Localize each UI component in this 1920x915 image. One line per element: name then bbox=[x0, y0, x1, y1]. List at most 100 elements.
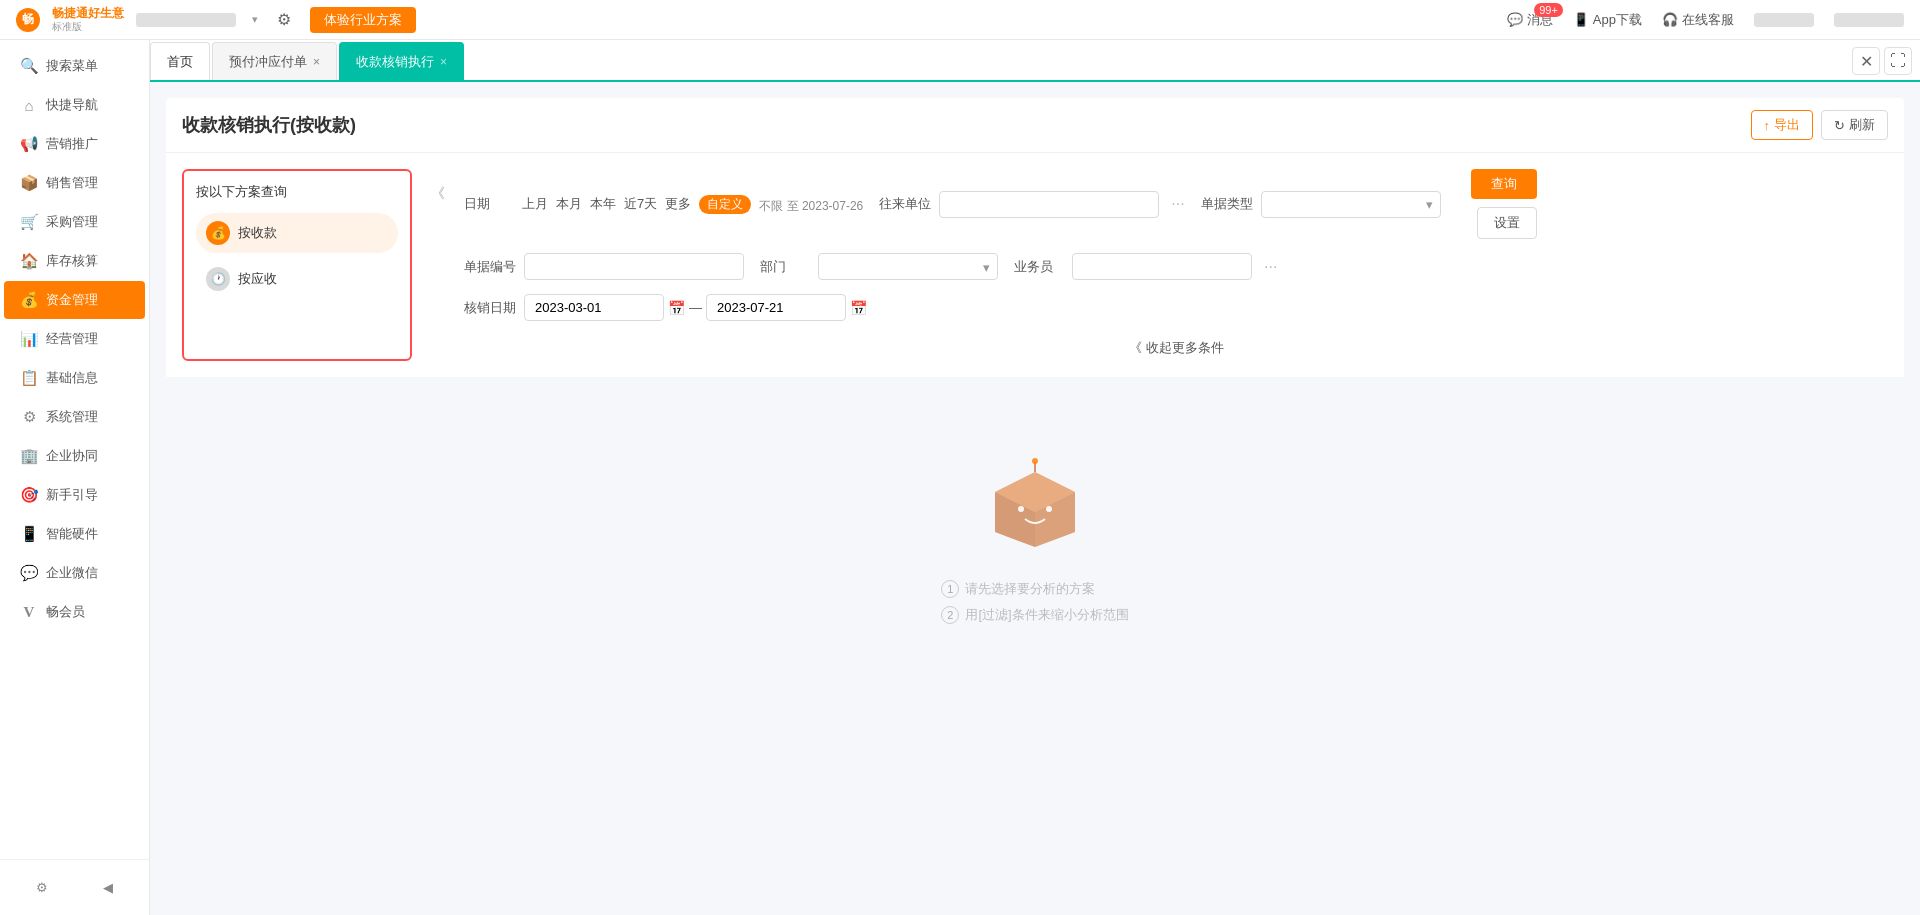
dropdown-chevron-icon[interactable]: ▾ bbox=[252, 13, 258, 26]
sidebar-item-purchase[interactable]: 🛒 采购管理 bbox=[4, 203, 145, 241]
sidebar-item-sales[interactable]: 📦 销售管理 bbox=[4, 164, 145, 202]
operator-more-icon[interactable]: ··· bbox=[1264, 258, 1277, 276]
collapse-more-button[interactable]: 《 收起更多条件 bbox=[1117, 335, 1236, 361]
settings-button[interactable]: 设置 bbox=[1477, 207, 1537, 239]
message-badge: 99+ bbox=[1534, 3, 1563, 17]
writeoff-date-input-group: 📅 — 📅 bbox=[524, 294, 867, 321]
date-shortcut-links: 上月 本月 本年 近7天 更多 自定义 bbox=[522, 195, 751, 214]
refresh-icon: ↻ bbox=[1834, 118, 1845, 133]
empty-illustration bbox=[975, 457, 1095, 560]
sidebar-item-marketing[interactable]: 📢 营销推广 bbox=[4, 125, 145, 163]
page-content: 收款核销执行(按收款) ↑ 导出 ↻ 刷新 按以 bbox=[150, 82, 1920, 915]
date-link-last7days[interactable]: 近7天 bbox=[624, 195, 657, 214]
sidebar-item-basic-info[interactable]: 📋 基础信息 bbox=[4, 359, 145, 397]
tab-home[interactable]: 首页 bbox=[150, 42, 210, 80]
filter-row-2: 单据编号 部门 bbox=[464, 253, 1888, 280]
tip-num-1: 1 bbox=[941, 580, 959, 598]
filter-fields: 日期 上月 本月 本年 近7天 更多 自定义 不限 至 2023-07-26 bbox=[464, 169, 1888, 361]
date-link-more[interactable]: 更多 bbox=[665, 195, 691, 214]
sidebar-label-enterprise: 企业协同 bbox=[46, 447, 98, 465]
settings-icon-btn[interactable]: ⚙ bbox=[270, 6, 298, 34]
calendar-end-icon[interactable]: 📅 bbox=[850, 300, 867, 316]
message-icon: 💬 bbox=[1507, 12, 1523, 27]
home-icon: ⌂ bbox=[20, 97, 38, 114]
online-service-btn[interactable]: 🎧 在线客服 bbox=[1662, 11, 1734, 29]
close-icon: ✕ bbox=[1860, 52, 1873, 71]
sidebar-item-business[interactable]: 📊 经营管理 bbox=[4, 320, 145, 358]
message-btn[interactable]: 💬 消息 99+ bbox=[1507, 11, 1553, 29]
filter-option-receipt-label: 按收款 bbox=[238, 224, 277, 242]
tab-home-label: 首页 bbox=[167, 53, 193, 71]
user-info-blurred bbox=[136, 13, 236, 27]
tab-expand-btn[interactable]: ⛶ bbox=[1884, 47, 1912, 75]
svg-point-5 bbox=[1046, 506, 1052, 512]
bill-no-filter-group: 单据编号 bbox=[464, 253, 744, 280]
date-link-custom[interactable]: 自定义 bbox=[699, 195, 751, 214]
tab-receivables[interactable]: 收款核销执行 × bbox=[339, 42, 464, 80]
sidebar-label-search-menu: 搜索菜单 bbox=[46, 57, 98, 75]
sidebar-item-wechat[interactable]: 💬 企业微信 bbox=[4, 554, 145, 592]
bill-type-filter-group: 单据类型 bbox=[1201, 191, 1441, 218]
query-button[interactable]: 查询 bbox=[1471, 169, 1537, 199]
empty-tip-1: 1 请先选择要分析的方案 bbox=[941, 580, 1128, 598]
collapse-more-row: 《 收起更多条件 bbox=[464, 335, 1888, 361]
filter-option-by-receipt[interactable]: 💰 按收款 bbox=[196, 213, 398, 253]
sidebar-item-enterprise[interactable]: 🏢 企业协同 bbox=[4, 437, 145, 475]
sidebar-item-search-menu[interactable]: 🔍 搜索菜单 bbox=[4, 47, 145, 85]
sidebar-settings-btn[interactable]: ⚙ bbox=[28, 872, 56, 903]
calendar-start-icon[interactable]: 📅 bbox=[668, 300, 685, 316]
collapse-more-icon: 《 bbox=[1129, 339, 1142, 357]
dept-filter-group: 部门 bbox=[760, 253, 998, 280]
sidebar-label-system: 系统管理 bbox=[46, 408, 98, 426]
writeoff-date-start-input[interactable] bbox=[524, 294, 664, 321]
main-layout: 🔍 搜索菜单 ⌂ 快捷导航 📢 营销推广 📦 销售管理 🛒 采购管理 🏠 bbox=[0, 40, 1920, 915]
inventory-icon: 🏠 bbox=[20, 252, 38, 270]
counterparty-more-icon[interactable]: ··· bbox=[1171, 195, 1184, 213]
tab-prepay-close-icon[interactable]: × bbox=[313, 55, 320, 69]
empty-svg-icon bbox=[975, 457, 1095, 557]
collapse-icon: ◀ bbox=[103, 880, 113, 895]
expand-icon: ⛶ bbox=[1890, 52, 1906, 70]
search-icon: 🔍 bbox=[20, 57, 38, 75]
sidebar-item-member[interactable]: V 畅会员 bbox=[4, 593, 145, 631]
sidebar-item-quick-nav[interactable]: ⌂ 快捷导航 bbox=[4, 86, 145, 124]
date-link-this-month[interactable]: 本月 bbox=[556, 195, 582, 214]
sidebar-item-system[interactable]: ⚙ 系统管理 bbox=[4, 398, 145, 436]
bill-type-select[interactable] bbox=[1261, 191, 1441, 218]
dept-select[interactable] bbox=[818, 253, 998, 280]
empty-state: 1 请先选择要分析的方案 2 用[过滤]条件来缩小分析范围 bbox=[166, 377, 1904, 672]
tab-prepay[interactable]: 预付冲应付单 × bbox=[212, 42, 337, 80]
filter-collapse-button[interactable]: 《 bbox=[428, 169, 448, 209]
tab-receivables-close-icon[interactable]: × bbox=[440, 55, 447, 69]
sidebar-item-guide[interactable]: 🎯 新手引导 bbox=[4, 476, 145, 514]
date-unlimited-text: 不限 至 2023-07-26 bbox=[759, 198, 863, 215]
solution-button[interactable]: 体验行业方案 bbox=[310, 7, 416, 33]
date-link-this-year[interactable]: 本年 bbox=[590, 195, 616, 214]
tab-prepay-label: 预付冲应付单 bbox=[229, 53, 307, 71]
sidebar-collapse-btn[interactable]: ◀ bbox=[95, 872, 121, 903]
dept-select-wrapper bbox=[818, 253, 998, 280]
operator-input[interactable] bbox=[1072, 253, 1252, 280]
dept-label: 部门 bbox=[760, 258, 810, 276]
sidebar-bottom-row: ⚙ ◀ bbox=[0, 868, 149, 907]
bill-no-input[interactable] bbox=[524, 253, 744, 280]
writeoff-date-end-input[interactable] bbox=[706, 294, 846, 321]
member-icon: V bbox=[20, 604, 38, 621]
sidebar-label-member: 畅会员 bbox=[46, 603, 85, 621]
tab-close-all-btn[interactable]: ✕ bbox=[1852, 47, 1880, 75]
sidebar-label-inventory: 库存核算 bbox=[46, 252, 98, 270]
counterparty-label: 往来单位 bbox=[879, 195, 931, 213]
app-download-btn[interactable]: 📱 App下载 bbox=[1573, 11, 1642, 29]
sidebar-label-finance: 资金管理 bbox=[46, 291, 98, 309]
date-link-prev-month[interactable]: 上月 bbox=[522, 195, 548, 214]
filter-option-by-receivable[interactable]: 🕐 按应收 bbox=[196, 259, 398, 299]
refresh-button[interactable]: ↻ 刷新 bbox=[1821, 110, 1888, 140]
sidebar-item-finance[interactable]: 💰 资金管理 bbox=[4, 281, 145, 319]
bill-type-label: 单据类型 bbox=[1201, 195, 1253, 213]
sidebar-item-inventory[interactable]: 🏠 库存核算 bbox=[4, 242, 145, 280]
tab-bar: 首页 预付冲应付单 × 收款核销执行 × ✕ ⛶ bbox=[150, 40, 1920, 82]
export-button[interactable]: ↑ 导出 bbox=[1751, 110, 1814, 140]
writeoff-date-label: 核销日期 bbox=[464, 299, 516, 317]
sidebar-item-smart-hw[interactable]: 📱 智能硬件 bbox=[4, 515, 145, 553]
counterparty-input[interactable] bbox=[939, 191, 1159, 218]
